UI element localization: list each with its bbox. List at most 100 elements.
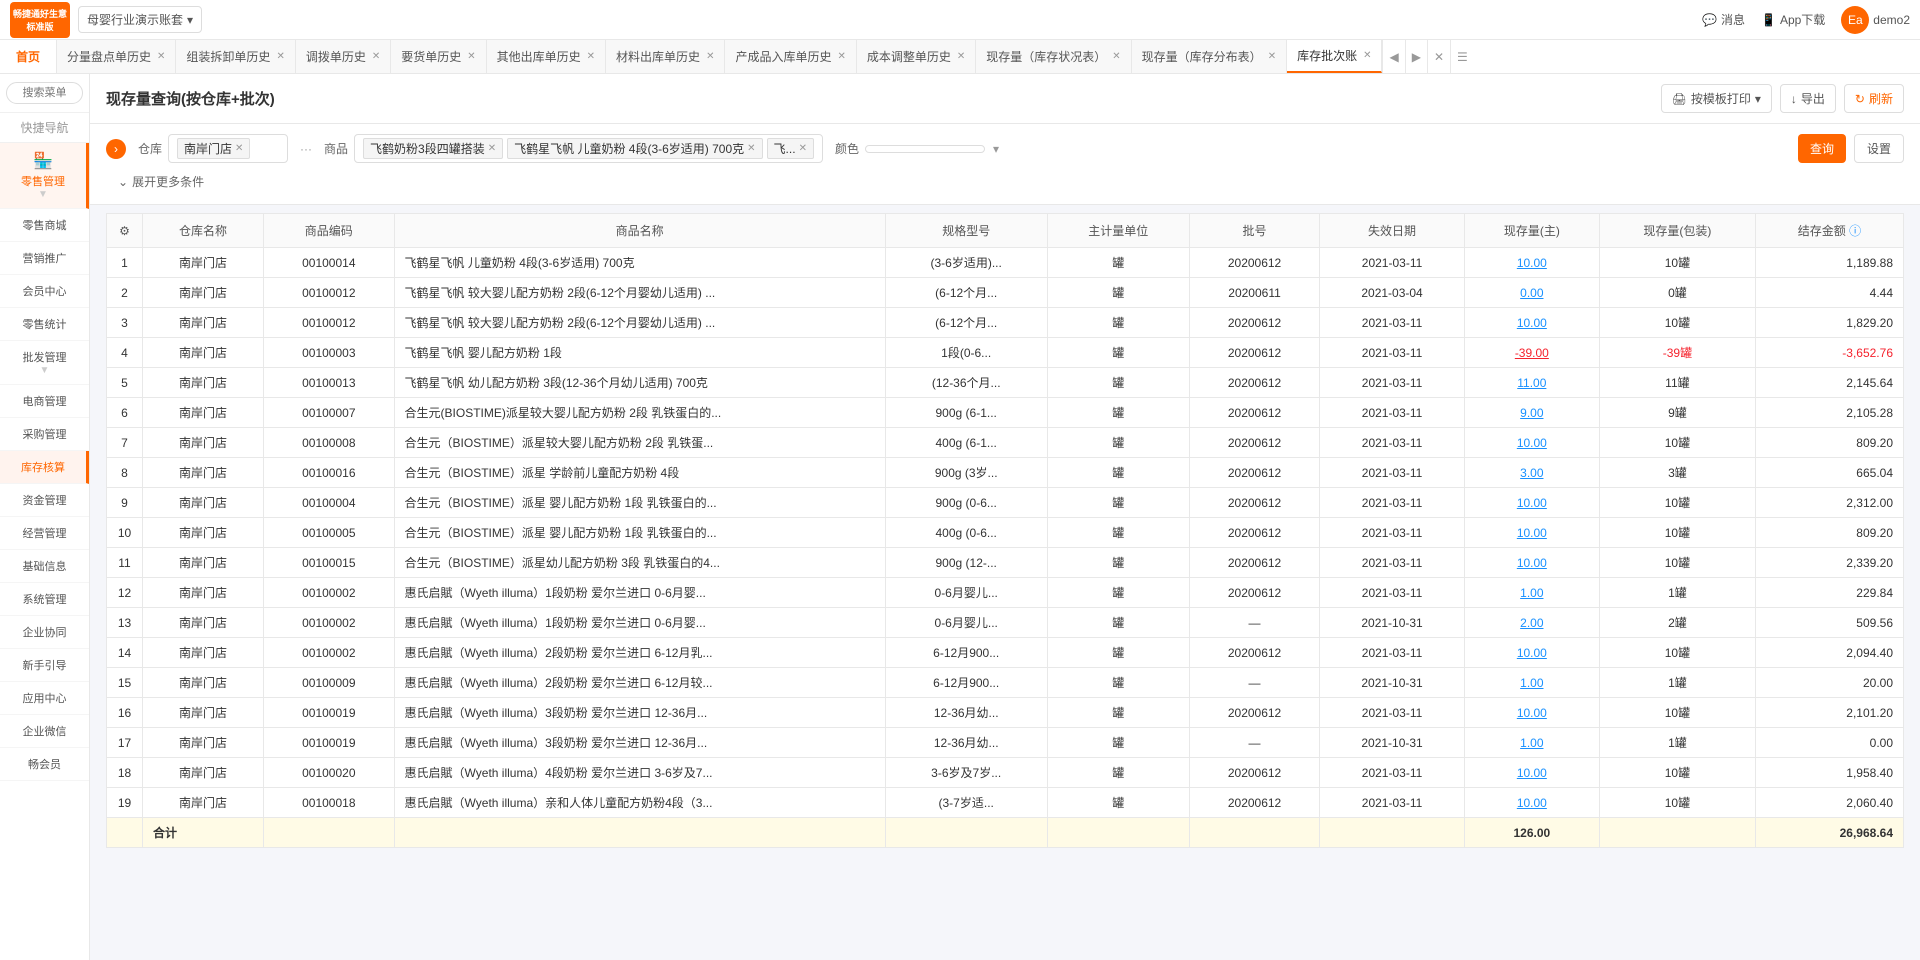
sidebar-item-purchase[interactable]: 采购管理 bbox=[0, 418, 89, 451]
sidebar-item-retail-mgmt[interactable]: 🏪 零售管理 ▼ bbox=[0, 143, 89, 209]
sidebar-item-retail-mall[interactable]: 零售商城 bbox=[0, 209, 89, 242]
warehouse-tag-value: 南岸门店 bbox=[184, 140, 232, 157]
expand-filter-button[interactable]: › bbox=[106, 139, 126, 159]
query-button[interactable]: 查询 bbox=[1798, 134, 1846, 163]
tab-diaob[interactable]: 调拨单历史 ✕ bbox=[296, 40, 391, 73]
row-qty-main[interactable]: 11.00 bbox=[1464, 368, 1599, 398]
row-qty-main[interactable]: 10.00 bbox=[1464, 488, 1599, 518]
tab-xianzun-kuang[interactable]: 现存量（库存状况表） ✕ bbox=[976, 40, 1131, 73]
tab-zuzhuang[interactable]: 组装拆卸单历史 ✕ bbox=[176, 40, 295, 73]
product-filter-tags[interactable]: 飞鹤奶粉3段四罐搭装 ✕ 飞鹤星飞帆 儿童奶粉 4段(3-6岁适用) 700克 … bbox=[354, 134, 823, 163]
row-qty-main[interactable]: 10.00 bbox=[1464, 548, 1599, 578]
sidebar-item-inventory[interactable]: 库存核算 bbox=[0, 451, 89, 484]
retail-mgmt-arrow: ▼ bbox=[4, 189, 82, 200]
row-name: 惠氏启賦（Wyeth illuma）2段奶粉 爱尔兰进口 6-12月乳... bbox=[394, 638, 885, 668]
row-qty-main[interactable]: 0.00 bbox=[1464, 278, 1599, 308]
tab-fenpan[interactable]: 分量盘点单历史 ✕ bbox=[57, 40, 176, 73]
tab-chanpin-close[interactable]: ✕ bbox=[837, 51, 845, 62]
tab-chanpin[interactable]: 产成品入库单历史 ✕ bbox=[725, 40, 856, 73]
row-qty-main[interactable]: 10.00 bbox=[1464, 308, 1599, 338]
product-tag-1-close[interactable]: ✕ bbox=[488, 143, 496, 154]
app-download-button[interactable]: 📱 App下载 bbox=[1761, 11, 1825, 28]
row-qty-main[interactable]: 3.00 bbox=[1464, 458, 1599, 488]
color-filter-tags[interactable] bbox=[865, 145, 985, 153]
sidebar-item-guide[interactable]: 新手引导 bbox=[0, 649, 89, 682]
row-code: 00100007 bbox=[264, 398, 394, 428]
tab-cailiao[interactable]: 材料出库单历史 ✕ bbox=[606, 40, 725, 73]
row-qty-main[interactable]: 10.00 bbox=[1464, 638, 1599, 668]
row-qty-main[interactable]: 1.00 bbox=[1464, 668, 1599, 698]
sidebar-item-marketing[interactable]: 营销推广 bbox=[0, 242, 89, 275]
row-qty-main[interactable]: 10.00 bbox=[1464, 788, 1599, 818]
sidebar-item-ecommerce[interactable]: 电商管理 bbox=[0, 385, 89, 418]
tab-xianzun-fenbu[interactable]: 现存量（库存分布表） ✕ bbox=[1132, 40, 1287, 73]
tab-close-current[interactable]: ✕ bbox=[1427, 40, 1450, 73]
print-label: 按模板打印 bbox=[1691, 90, 1751, 107]
row-batch: 20200612 bbox=[1189, 578, 1319, 608]
row-qty-main[interactable]: 2.00 bbox=[1464, 608, 1599, 638]
row-code: 00100016 bbox=[264, 458, 394, 488]
warehouse-filter-tags[interactable]: 南岸门店 ✕ bbox=[168, 134, 288, 163]
sidebar-item-system[interactable]: 系统管理 bbox=[0, 583, 89, 616]
tab-xianzun-fenbu-close[interactable]: ✕ bbox=[1268, 51, 1276, 62]
tab-qita-close[interactable]: ✕ bbox=[587, 51, 595, 62]
row-qty-main[interactable]: 1.00 bbox=[1464, 728, 1599, 758]
tab-yaohuo[interactable]: 要货单历史 ✕ bbox=[391, 40, 486, 73]
tab-cailiao-close[interactable]: ✕ bbox=[706, 51, 714, 62]
row-qty-main[interactable]: 9.00 bbox=[1464, 398, 1599, 428]
warehouse-tag-close[interactable]: ✕ bbox=[235, 143, 243, 154]
workspace-selector[interactable]: 母婴行业演示账套 ▾ bbox=[78, 6, 202, 33]
tab-chengben-close[interactable]: ✕ bbox=[957, 51, 965, 62]
row-qty-main[interactable]: 10.00 bbox=[1464, 518, 1599, 548]
row-qty-pkg: 3罐 bbox=[1599, 458, 1755, 488]
sidebar-item-enterprise[interactable]: 企业协同 bbox=[0, 616, 89, 649]
expand-more-row[interactable]: ⌄ 展开更多条件 bbox=[106, 169, 1904, 194]
th-settings[interactable]: ⚙ bbox=[107, 214, 143, 248]
sidebar-item-member[interactable]: 会员中心 bbox=[0, 275, 89, 308]
tab-kucun-pici[interactable]: 库存批次账 ✕ bbox=[1287, 40, 1382, 73]
sidebar-item-finance[interactable]: 资金管理 bbox=[0, 484, 89, 517]
tab-kucun-pici-close[interactable]: ✕ bbox=[1363, 50, 1371, 61]
tab-nav-menu[interactable]: ☰ bbox=[1450, 40, 1474, 73]
tab-nav-right[interactable]: ▶ bbox=[1405, 40, 1427, 73]
sidebar-item-wholesale[interactable]: 批发管理 ▼ bbox=[0, 341, 89, 385]
row-warehouse: 南岸门店 bbox=[143, 578, 264, 608]
sidebar-item-apps[interactable]: 应用中心 bbox=[0, 682, 89, 715]
user-menu[interactable]: Ea demo2 bbox=[1841, 6, 1910, 34]
sidebar-item-business[interactable]: 经营管理 bbox=[0, 517, 89, 550]
product-tag-2-close[interactable]: ✕ bbox=[747, 143, 755, 154]
tab-yaohuo-close[interactable]: ✕ bbox=[467, 51, 475, 62]
tab-chengben[interactable]: 成本调整单历史 ✕ bbox=[857, 40, 976, 73]
sidebar-item-basic[interactable]: 基础信息 bbox=[0, 550, 89, 583]
row-qty-main[interactable]: 10.00 bbox=[1464, 698, 1599, 728]
tab-diaob-close[interactable]: ✕ bbox=[372, 51, 380, 62]
refresh-button[interactable]: ↻ 刷新 bbox=[1844, 84, 1904, 113]
row-qty-main[interactable]: 10.00 bbox=[1464, 428, 1599, 458]
row-name: 惠氏启賦（Wyeth illuma）3段奶粉 爱尔兰进口 12-36月... bbox=[394, 698, 885, 728]
tab-home[interactable]: 首页 bbox=[0, 40, 57, 73]
row-name: 飞鹤星飞帆 婴儿配方奶粉 1段 bbox=[394, 338, 885, 368]
row-qty-main[interactable]: 1.00 bbox=[1464, 578, 1599, 608]
export-button[interactable]: ↓ 导出 bbox=[1780, 84, 1836, 113]
row-qty-main[interactable]: -39.00 bbox=[1464, 338, 1599, 368]
row-qty-main[interactable]: 10.00 bbox=[1464, 248, 1599, 278]
tab-xianzun-kuang-close[interactable]: ✕ bbox=[1112, 51, 1120, 62]
row-qty-pkg: 10罐 bbox=[1599, 488, 1755, 518]
product-tag-3-close[interactable]: ✕ bbox=[799, 143, 807, 154]
row-no: 5 bbox=[107, 368, 143, 398]
sidebar-item-wechat[interactable]: 企业微信 bbox=[0, 715, 89, 748]
tab-fenpan-close[interactable]: ✕ bbox=[157, 51, 165, 62]
sidebar-item-retail-stats[interactable]: 零售统计 bbox=[0, 308, 89, 341]
sidebar-search-input[interactable] bbox=[6, 82, 83, 104]
sidebar-quick-nav: 快捷导航 bbox=[0, 113, 89, 143]
row-name: 合生元(BIOSTIME)派星较大婴儿配方奶粉 2段 乳铁蛋白的... bbox=[394, 398, 885, 428]
tab-nav-left[interactable]: ◀ bbox=[1382, 40, 1404, 73]
messages-button[interactable]: 💬 消息 bbox=[1702, 11, 1745, 28]
tab-qita[interactable]: 其他出库单历史 ✕ bbox=[487, 40, 606, 73]
row-qty-pkg: 10罐 bbox=[1599, 308, 1755, 338]
row-qty-main[interactable]: 10.00 bbox=[1464, 758, 1599, 788]
print-button[interactable]: 🖨 按模板打印 ▾ bbox=[1661, 84, 1772, 113]
tab-zuzhuang-close[interactable]: ✕ bbox=[276, 51, 284, 62]
settings-button[interactable]: 设置 bbox=[1854, 134, 1904, 163]
sidebar-item-vip[interactable]: 畅会员 bbox=[0, 748, 89, 781]
